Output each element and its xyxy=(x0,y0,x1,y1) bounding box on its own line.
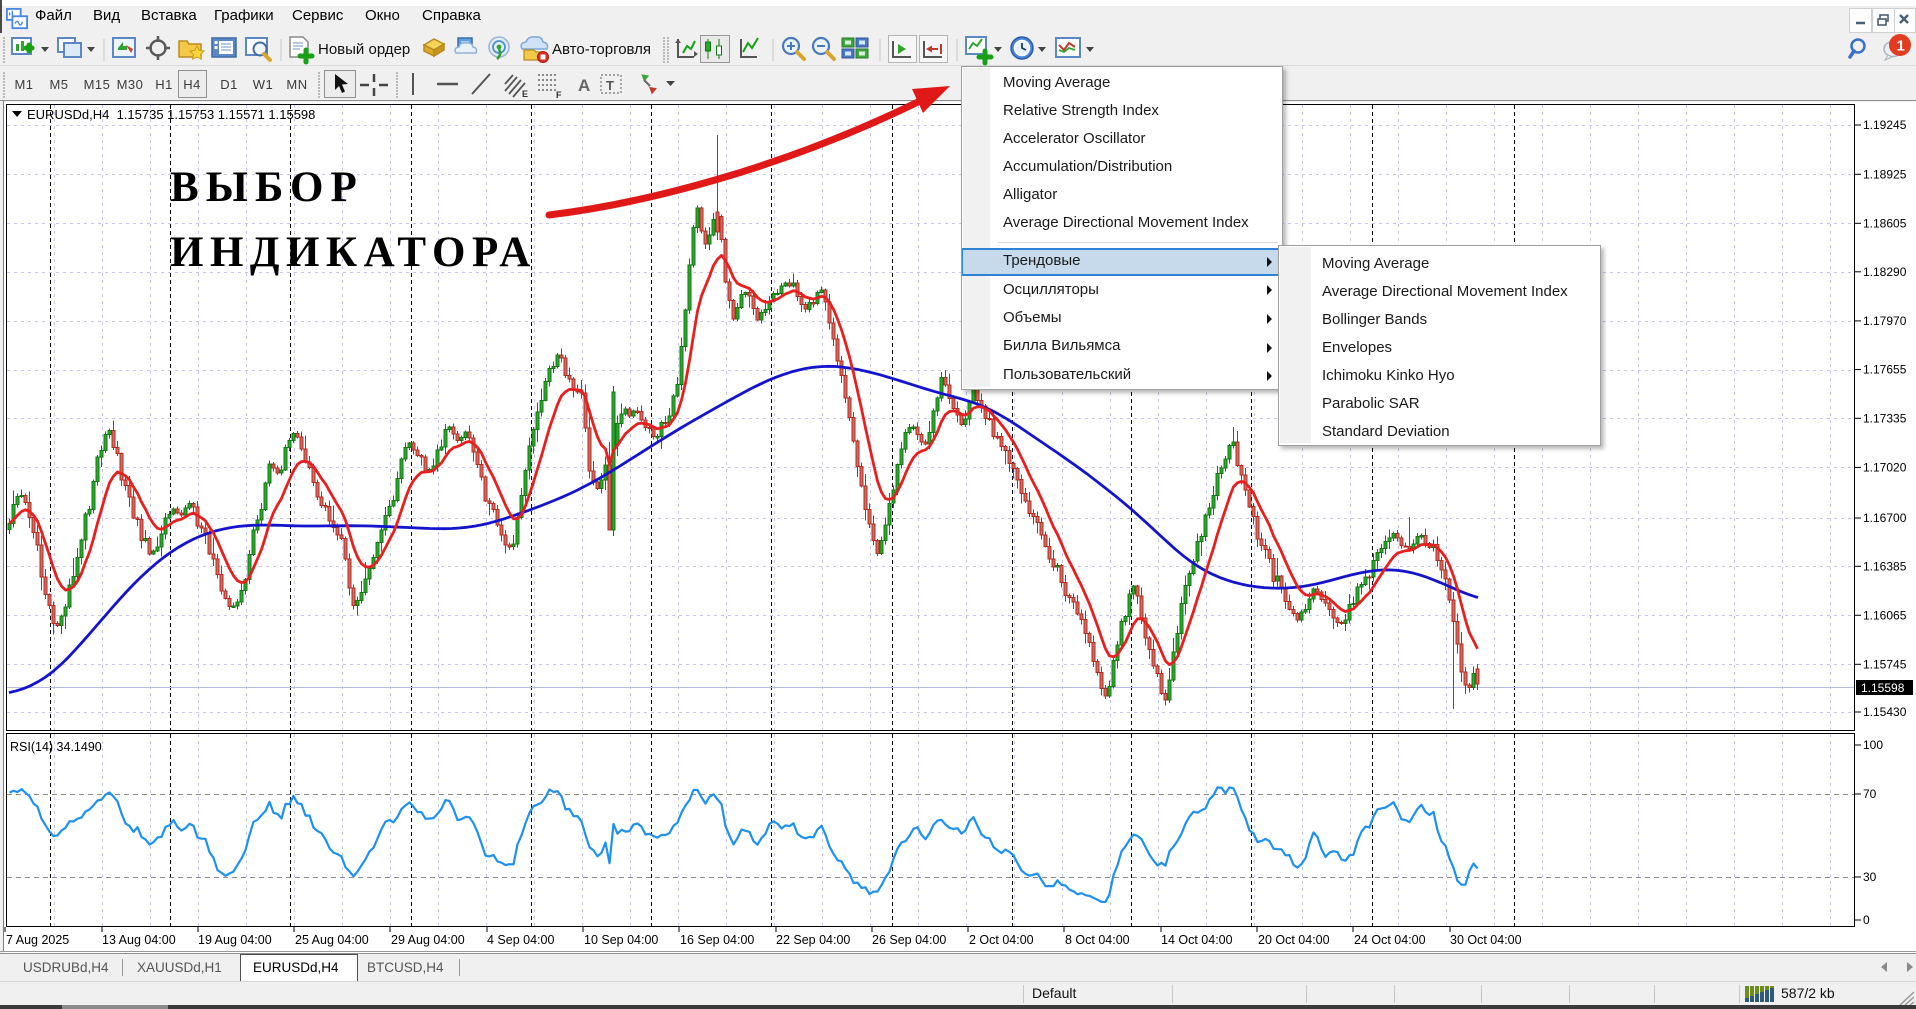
svg-text:M5: M5 xyxy=(49,77,68,92)
svg-text:M15: M15 xyxy=(84,77,111,92)
svg-text:13 Aug 04:00: 13 Aug 04:00 xyxy=(102,933,176,947)
svg-text:1.15598: 1.15598 xyxy=(1861,681,1905,695)
svg-text:0: 0 xyxy=(1863,913,1870,927)
svg-text:24 Oct 04:00: 24 Oct 04:00 xyxy=(1354,933,1426,947)
svg-text:70: 70 xyxy=(1863,787,1877,801)
svg-text:4 Sep 04:00: 4 Sep 04:00 xyxy=(487,933,554,947)
svg-text:T: T xyxy=(606,78,614,93)
svg-text:D1: D1 xyxy=(220,77,238,92)
svg-text:E: E xyxy=(522,89,528,99)
svg-text:22 Sep 04:00: 22 Sep 04:00 xyxy=(776,933,850,947)
svg-text:1.15430: 1.15430 xyxy=(1863,705,1907,719)
svg-text:W1: W1 xyxy=(253,77,274,92)
svg-text:19 Aug 04:00: 19 Aug 04:00 xyxy=(198,933,272,947)
svg-text:1.16385: 1.16385 xyxy=(1863,559,1907,573)
svg-text:1.18290: 1.18290 xyxy=(1863,265,1907,279)
svg-text:1.17970: 1.17970 xyxy=(1863,314,1907,328)
svg-text:1.17335: 1.17335 xyxy=(1863,411,1907,425)
svg-text:26 Sep 04:00: 26 Sep 04:00 xyxy=(872,933,946,947)
svg-text:14 Oct 04:00: 14 Oct 04:00 xyxy=(1161,933,1233,947)
svg-text:1.17655: 1.17655 xyxy=(1863,363,1907,377)
svg-text:20 Oct 04:00: 20 Oct 04:00 xyxy=(1258,933,1330,947)
svg-text:1.18605: 1.18605 xyxy=(1863,216,1907,230)
svg-text:7 Aug 2025: 7 Aug 2025 xyxy=(6,933,69,947)
svg-text:2 Oct 04:00: 2 Oct 04:00 xyxy=(969,933,1034,947)
svg-text:EURUSDd,H4 1.15735 1.15753 1.: EURUSDd,H4 1.15735 1.15753 1.15571 1.155… xyxy=(27,107,315,122)
svg-text:1.19245: 1.19245 xyxy=(1863,118,1907,132)
svg-text:1.17020: 1.17020 xyxy=(1863,460,1907,474)
svg-text:F: F xyxy=(556,90,562,100)
svg-text:16 Sep 04:00: 16 Sep 04:00 xyxy=(680,933,754,947)
svg-text:M1: M1 xyxy=(14,77,33,92)
svg-text:MN: MN xyxy=(286,77,307,92)
svg-text:10 Sep 04:00: 10 Sep 04:00 xyxy=(584,933,658,947)
svg-text:M30: M30 xyxy=(117,77,144,92)
svg-text:100: 100 xyxy=(1863,738,1883,752)
svg-text:Новый ордер: Новый ордер xyxy=(318,41,410,58)
svg-text:RSI(14) 34.1490: RSI(14) 34.1490 xyxy=(10,740,102,754)
svg-text:H4: H4 xyxy=(183,77,201,92)
svg-text:Авто-торговля: Авто-торговля xyxy=(552,41,651,58)
svg-text:ИНДИКАТОРА: ИНДИКАТОРА xyxy=(170,229,537,276)
svg-text:1.16700: 1.16700 xyxy=(1863,511,1907,525)
svg-text:25 Aug 04:00: 25 Aug 04:00 xyxy=(295,933,369,947)
svg-text:30 Oct 04:00: 30 Oct 04:00 xyxy=(1450,933,1522,947)
svg-text:1.15745: 1.15745 xyxy=(1863,657,1907,671)
svg-text:H1: H1 xyxy=(155,77,173,92)
svg-text:ВЫБОР: ВЫБОР xyxy=(170,164,364,211)
svg-text:8 Oct 04:00: 8 Oct 04:00 xyxy=(1065,933,1130,947)
svg-text:1.18925: 1.18925 xyxy=(1863,167,1907,181)
svg-text:A: A xyxy=(578,76,590,95)
svg-text:1.16065: 1.16065 xyxy=(1863,608,1907,622)
svg-text:1: 1 xyxy=(1897,38,1905,55)
svg-text:29 Aug 04:00: 29 Aug 04:00 xyxy=(391,933,465,947)
svg-text:30: 30 xyxy=(1863,870,1877,884)
